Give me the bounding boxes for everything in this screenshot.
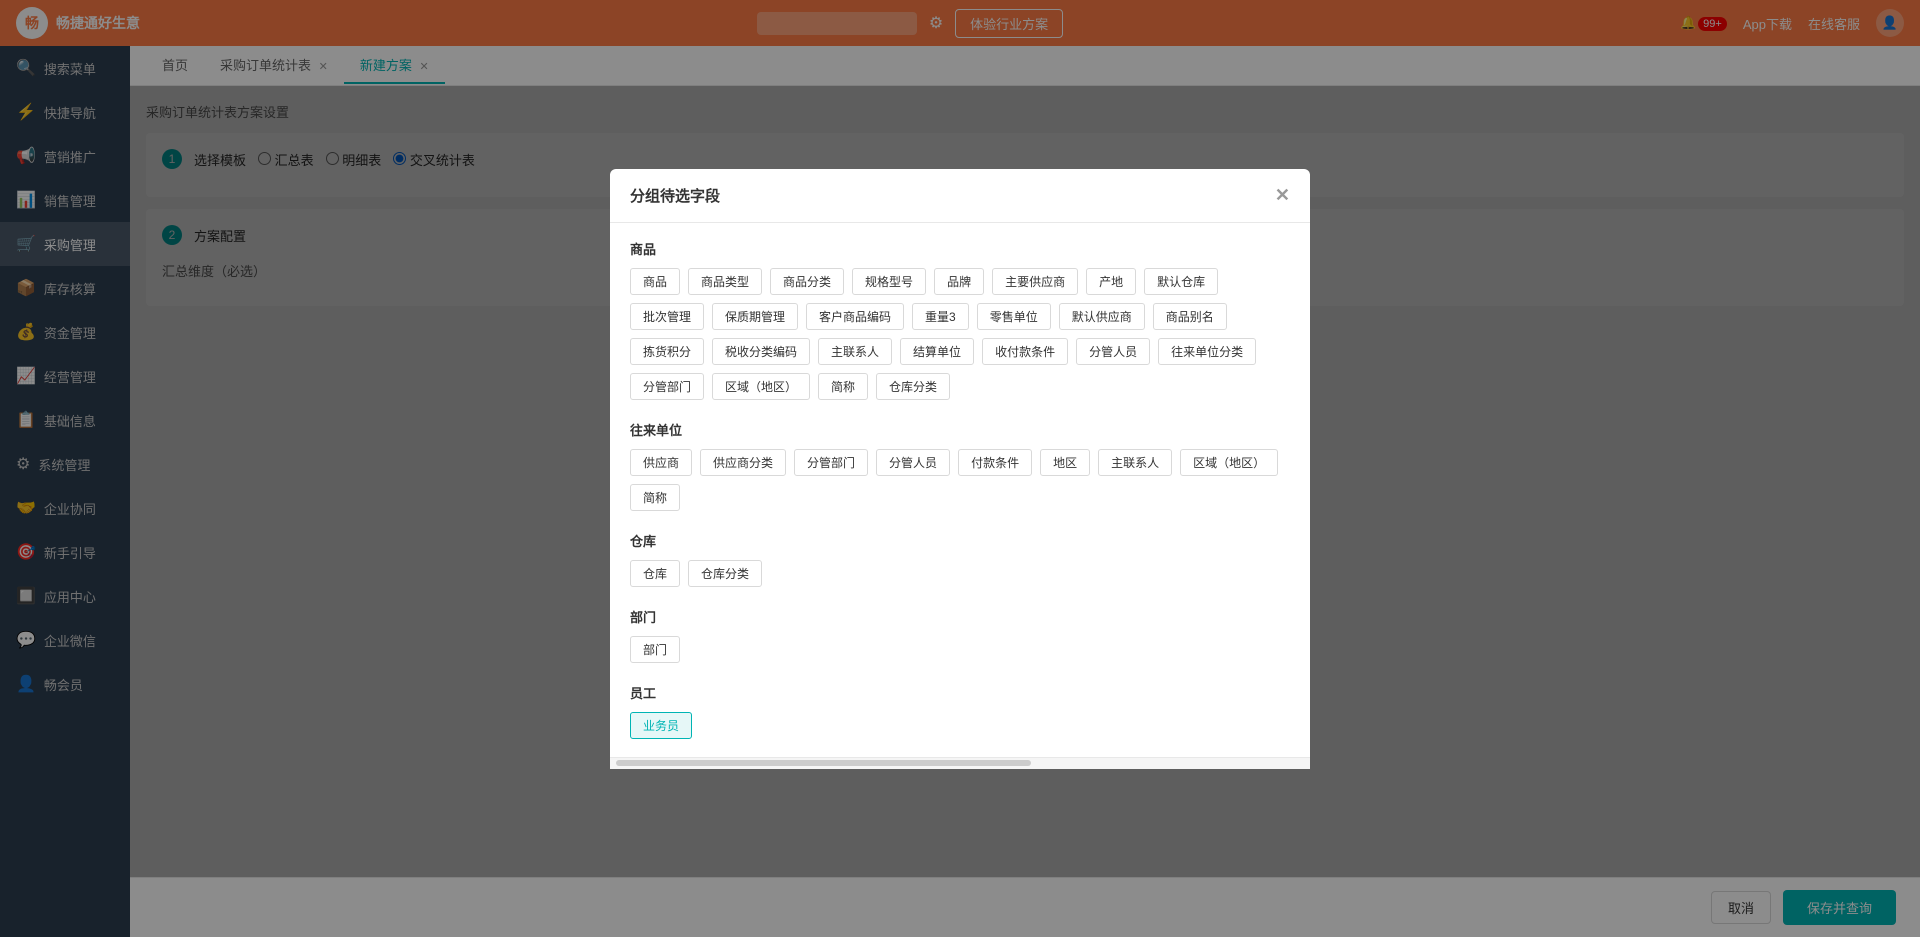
section-counterpart-tags: 供应商 供应商分类 分管部门 分管人员 付款条件 地区 主联系人 区域（地区） … (630, 449, 1290, 511)
tag-weight3[interactable]: 重量3 (912, 303, 969, 330)
tag-default-supplier[interactable]: 默认供应商 (1059, 303, 1145, 330)
tag-region[interactable]: 区域（地区） (712, 373, 810, 400)
tag-pick-points[interactable]: 拣货积分 (630, 338, 704, 365)
tag-warehouse[interactable]: 仓库 (630, 560, 680, 587)
modal-body: 商品 商品 商品类型 商品分类 规格型号 品牌 主要供应商 产地 默认仓库 批次… (610, 223, 1310, 758)
tag-goods[interactable]: 商品 (630, 268, 680, 295)
section-warehouse-title: 仓库 (630, 531, 1290, 550)
modal-title: 分组待选字段 (630, 185, 720, 206)
tag-expiry-mgmt[interactable]: 保质期管理 (712, 303, 798, 330)
tag-main-contact[interactable]: 主联系人 (818, 338, 892, 365)
modal-close-btn[interactable]: ✕ (1275, 185, 1290, 206)
section-employee-title: 员工 (630, 683, 1290, 702)
section-counterpart: 往来单位 供应商 供应商分类 分管部门 分管人员 付款条件 地区 主联系人 区域… (630, 420, 1290, 511)
tag-origin[interactable]: 产地 (1086, 268, 1136, 295)
tag-supplier-category[interactable]: 供应商分类 (700, 449, 786, 476)
tag-supervisor2[interactable]: 分管人员 (876, 449, 950, 476)
section-warehouse-tags: 仓库 仓库分类 (630, 560, 1290, 587)
tag-supervisor[interactable]: 分管人员 (1076, 338, 1150, 365)
tag-counterpart-category[interactable]: 往来单位分类 (1158, 338, 1256, 365)
tag-payment-terms[interactable]: 收付款条件 (982, 338, 1068, 365)
tag-goods-alias[interactable]: 商品别名 (1153, 303, 1227, 330)
tag-tax-code[interactable]: 税收分类编码 (712, 338, 810, 365)
tag-warehouse-cat[interactable]: 仓库分类 (876, 373, 950, 400)
tag-salesperson[interactable]: 业务员 (630, 712, 692, 739)
section-goods-tags: 商品 商品类型 商品分类 规格型号 品牌 主要供应商 产地 默认仓库 批次管理 … (630, 268, 1290, 400)
tag-main-contact2[interactable]: 主联系人 (1098, 449, 1172, 476)
section-counterpart-title: 往来单位 (630, 420, 1290, 439)
tag-goods-category[interactable]: 商品分类 (770, 268, 844, 295)
tag-batch-mgmt[interactable]: 批次管理 (630, 303, 704, 330)
tag-short-name2[interactable]: 简称 (630, 484, 680, 511)
tag-warehouse-category[interactable]: 仓库分类 (688, 560, 762, 587)
tag-main-supplier[interactable]: 主要供应商 (992, 268, 1078, 295)
field-select-modal: 分组待选字段 ✕ 商品 商品 商品类型 商品分类 规格型号 品牌 主要供应商 产… (610, 169, 1310, 769)
tag-area[interactable]: 地区 (1040, 449, 1090, 476)
section-department-tags: 部门 (630, 636, 1290, 663)
section-department-title: 部门 (630, 607, 1290, 626)
tag-brand[interactable]: 品牌 (934, 268, 984, 295)
section-goods: 商品 商品 商品类型 商品分类 规格型号 品牌 主要供应商 产地 默认仓库 批次… (630, 239, 1290, 400)
modal-hscroll[interactable] (610, 757, 1310, 768)
tag-short-name[interactable]: 简称 (818, 373, 868, 400)
section-employee-tags: 业务员 (630, 712, 1290, 739)
tag-customer-goods-code[interactable]: 客户商品编码 (806, 303, 904, 330)
section-goods-title: 商品 (630, 239, 1290, 258)
tag-payment-terms2[interactable]: 付款条件 (958, 449, 1032, 476)
tag-spec-model[interactable]: 规格型号 (852, 268, 926, 295)
tag-settlement-unit[interactable]: 结算单位 (900, 338, 974, 365)
tag-dept2[interactable]: 分管部门 (794, 449, 868, 476)
modal-overlay: 分组待选字段 ✕ 商品 商品 商品类型 商品分类 规格型号 品牌 主要供应商 产… (0, 0, 1920, 937)
section-employee: 员工 业务员 (630, 683, 1290, 739)
tag-supplier[interactable]: 供应商 (630, 449, 692, 476)
modal-header: 分组待选字段 ✕ (610, 169, 1310, 223)
tag-goods-type[interactable]: 商品类型 (688, 268, 762, 295)
section-department: 部门 部门 (630, 607, 1290, 663)
tag-region2[interactable]: 区域（地区） (1180, 449, 1278, 476)
tag-dept[interactable]: 分管部门 (630, 373, 704, 400)
tag-default-warehouse[interactable]: 默认仓库 (1144, 268, 1218, 295)
tag-retail-unit[interactable]: 零售单位 (977, 303, 1051, 330)
section-warehouse: 仓库 仓库 仓库分类 (630, 531, 1290, 587)
tag-department[interactable]: 部门 (630, 636, 680, 663)
